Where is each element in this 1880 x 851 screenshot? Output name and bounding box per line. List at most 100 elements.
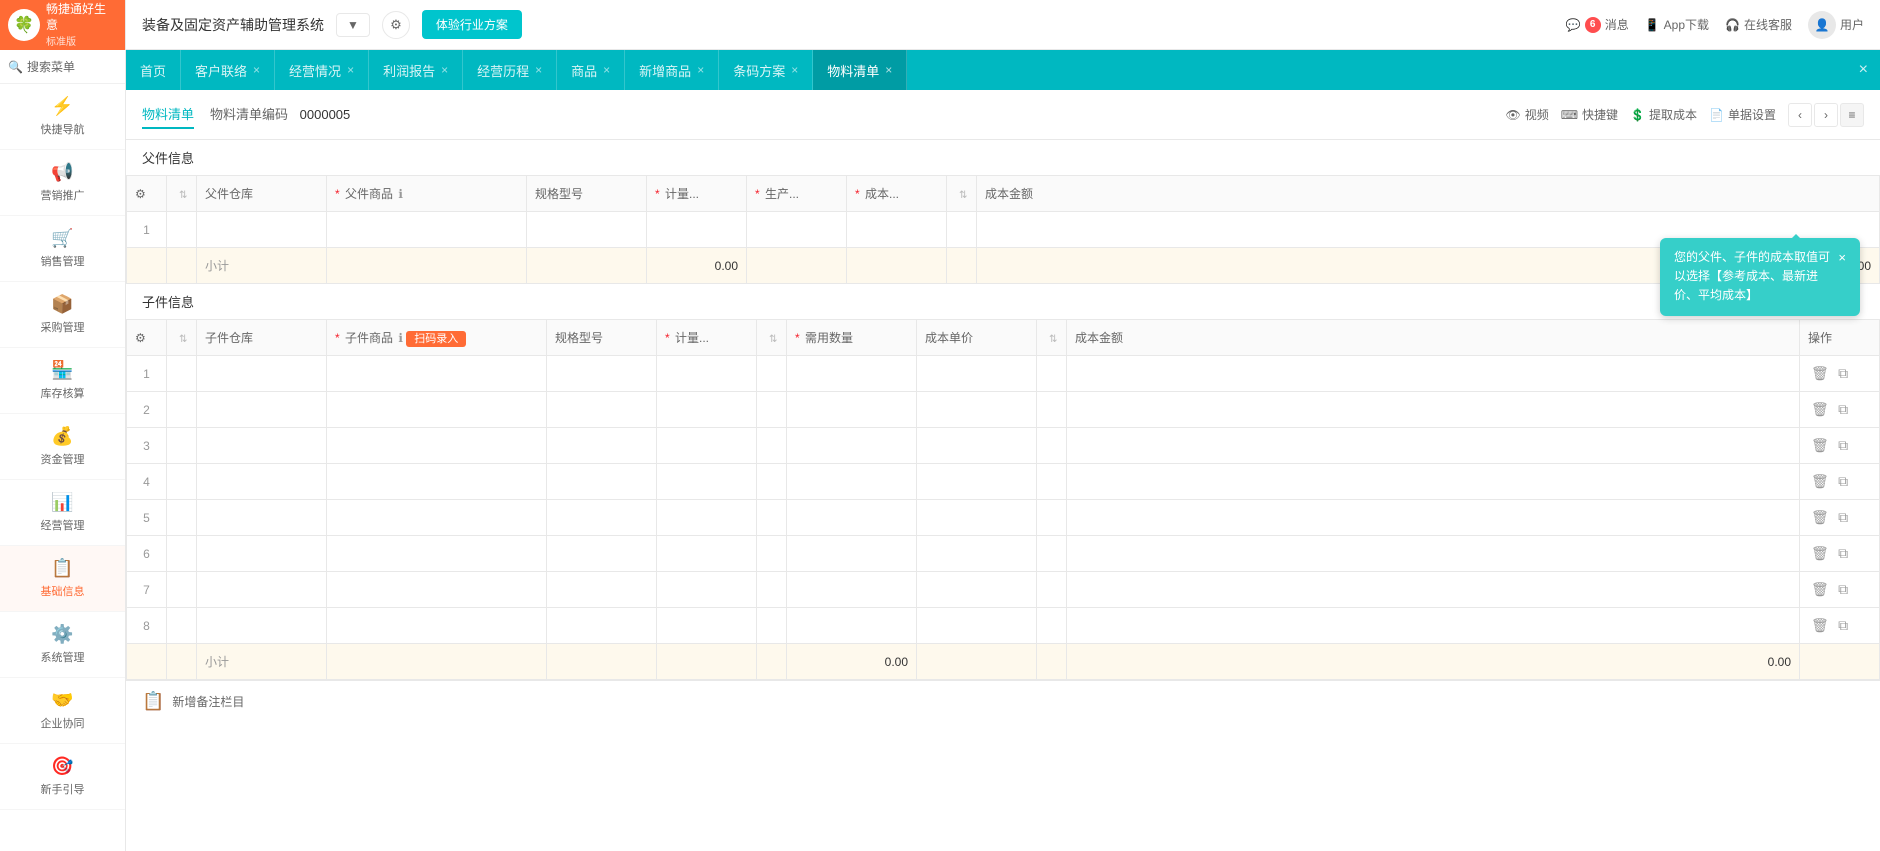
- add-note-label[interactable]: 新增备注栏目: [172, 693, 244, 710]
- tab-customer-close[interactable]: ×: [253, 63, 260, 77]
- child-row-7-delete[interactable]: 🗑: [1811, 581, 1829, 597]
- child-row-7-product[interactable]: [327, 572, 547, 608]
- sidebar-item-quick-nav[interactable]: ⚡ 快捷导航: [0, 84, 125, 150]
- tab-profit-report-close[interactable]: ×: [441, 63, 448, 77]
- child-row-1-delete[interactable]: 🗑: [1811, 365, 1829, 381]
- child-row-5-spec[interactable]: [547, 500, 657, 536]
- child-row-7-cost-amount[interactable]: [1067, 572, 1800, 608]
- sidebar-item-system[interactable]: ⚙️ 系统管理: [0, 612, 125, 678]
- tab-operation-history[interactable]: 经营历程 ×: [463, 50, 557, 90]
- sub-tab-bom-list[interactable]: 物料清单: [142, 100, 194, 129]
- child-row-5-warehouse[interactable]: [197, 500, 327, 536]
- child-row-4-delete[interactable]: 🗑: [1811, 473, 1829, 489]
- search-menu[interactable]: 🔍 搜索菜单: [0, 50, 125, 84]
- child-row-7-qty[interactable]: [657, 572, 757, 608]
- tab-barcode-close[interactable]: ×: [791, 63, 798, 77]
- child-row-5-delete[interactable]: 🗑: [1811, 509, 1829, 525]
- sidebar-item-sales[interactable]: 🛒 销售管理: [0, 216, 125, 282]
- child-row-3-qty[interactable]: [657, 428, 757, 464]
- child-row-8-req-qty[interactable]: [787, 608, 917, 644]
- child-row-7-copy[interactable]: ⧉: [1838, 581, 1848, 597]
- child-row-4-qty[interactable]: [657, 464, 757, 500]
- sidebar-item-purchase[interactable]: 📦 采购管理: [0, 282, 125, 348]
- child-row-7-spec[interactable]: [547, 572, 657, 608]
- child-col-settings[interactable]: ⚙: [127, 320, 167, 356]
- child-row-4-cost-amount[interactable]: [1067, 464, 1800, 500]
- child-row-3-delete[interactable]: 🗑: [1811, 437, 1829, 453]
- tab-profit-report[interactable]: 利润报告 ×: [369, 50, 463, 90]
- parent-product-info-icon[interactable]: ℹ: [398, 187, 403, 201]
- child-row-8-cost-unit[interactable]: [917, 608, 1037, 644]
- app-download-item[interactable]: 📱 App下载: [1645, 16, 1709, 33]
- child-row-6-qty[interactable]: [657, 536, 757, 572]
- parent-row-1-warehouse[interactable]: [197, 212, 327, 248]
- action-cost[interactable]: 💲 提取成本: [1630, 106, 1697, 123]
- child-row-6-req-qty[interactable]: [787, 536, 917, 572]
- child-row-2-qty[interactable]: [657, 392, 757, 428]
- parent-row-1-spec[interactable]: [527, 212, 647, 248]
- action-view[interactable]: 👁 视频: [1505, 106, 1548, 123]
- child-row-5-product[interactable]: [327, 500, 547, 536]
- tab-new-product-close[interactable]: ×: [697, 63, 704, 77]
- child-row-1-warehouse[interactable]: [197, 356, 327, 392]
- parent-row-1-cost[interactable]: [847, 212, 947, 248]
- user-item[interactable]: 👤 用户: [1808, 11, 1864, 39]
- sidebar-item-operation[interactable]: 📊 经营管理: [0, 480, 125, 546]
- experience-button[interactable]: 体验行业方案: [422, 10, 522, 39]
- child-row-2-delete[interactable]: 🗑: [1811, 401, 1829, 417]
- child-row-5-req-qty[interactable]: [787, 500, 917, 536]
- child-row-4-product[interactable]: [327, 464, 547, 500]
- tab-barcode[interactable]: 条码方案 ×: [719, 50, 813, 90]
- prev-button[interactable]: ‹: [1788, 103, 1812, 127]
- child-row-1-spec[interactable]: [547, 356, 657, 392]
- child-row-5-cost-unit[interactable]: [917, 500, 1037, 536]
- child-row-6-copy[interactable]: ⧉: [1838, 545, 1848, 561]
- child-row-5-qty[interactable]: [657, 500, 757, 536]
- sidebar-item-inventory[interactable]: 🏪 库存核算: [0, 348, 125, 414]
- child-row-3-warehouse[interactable]: [197, 428, 327, 464]
- parent-col-settings[interactable]: ⚙: [127, 176, 167, 212]
- sidebar-item-guide[interactable]: 🎯 新手引导: [0, 744, 125, 810]
- child-row-3-cost-unit[interactable]: [917, 428, 1037, 464]
- child-row-3-req-qty[interactable]: [787, 428, 917, 464]
- child-row-7-cost-unit[interactable]: [917, 572, 1037, 608]
- add-note-icon[interactable]: 📋: [142, 691, 164, 712]
- child-row-7-warehouse[interactable]: [197, 572, 327, 608]
- tab-operation-status[interactable]: 经营情况 ×: [275, 50, 369, 90]
- system-dropdown[interactable]: ▼: [336, 13, 370, 37]
- online-service-item[interactable]: 🎧 在线客服: [1725, 16, 1792, 33]
- scan-button[interactable]: 扫码录入: [406, 331, 466, 347]
- tab-new-product[interactable]: 新增商品 ×: [625, 50, 719, 90]
- child-row-2-spec[interactable]: [547, 392, 657, 428]
- parent-row-1-product[interactable]: [327, 212, 527, 248]
- child-row-1-product[interactable]: [327, 356, 547, 392]
- tab-customer[interactable]: 客户联络 ×: [181, 50, 275, 90]
- child-row-4-spec[interactable]: [547, 464, 657, 500]
- child-row-8-cost-amount[interactable]: [1067, 608, 1800, 644]
- child-row-8-copy[interactable]: ⧉: [1838, 617, 1848, 633]
- child-row-2-cost-unit[interactable]: [917, 392, 1037, 428]
- child-row-2-req-qty[interactable]: [787, 392, 917, 428]
- child-row-3-copy[interactable]: ⧉: [1838, 437, 1848, 453]
- sidebar-item-enterprise[interactable]: 🤝 企业协同: [0, 678, 125, 744]
- child-row-4-req-qty[interactable]: [787, 464, 917, 500]
- parent-row-1-prod[interactable]: [747, 212, 847, 248]
- child-row-2-product[interactable]: [327, 392, 547, 428]
- tab-bom-close[interactable]: ×: [885, 63, 892, 77]
- tooltip-close-button[interactable]: ×: [1838, 248, 1846, 269]
- child-row-6-cost-amount[interactable]: [1067, 536, 1800, 572]
- action-single-setting[interactable]: 📄 单据设置: [1709, 106, 1776, 123]
- message-item[interactable]: 💬 6 消息: [1566, 16, 1629, 33]
- sidebar-item-finance[interactable]: 💰 资金管理: [0, 414, 125, 480]
- child-row-1-copy[interactable]: ⧉: [1838, 365, 1848, 381]
- sidebar-item-basic[interactable]: 📋 基础信息: [0, 546, 125, 612]
- child-product-info-icon[interactable]: ℹ: [398, 331, 403, 345]
- child-row-8-qty[interactable]: [657, 608, 757, 644]
- child-row-2-copy[interactable]: ⧉: [1838, 401, 1848, 417]
- child-row-4-warehouse[interactable]: [197, 464, 327, 500]
- tab-home[interactable]: 首页: [126, 50, 181, 90]
- child-row-8-spec[interactable]: [547, 608, 657, 644]
- child-row-3-spec[interactable]: [547, 428, 657, 464]
- child-row-6-spec[interactable]: [547, 536, 657, 572]
- tab-operation-history-close[interactable]: ×: [535, 63, 542, 77]
